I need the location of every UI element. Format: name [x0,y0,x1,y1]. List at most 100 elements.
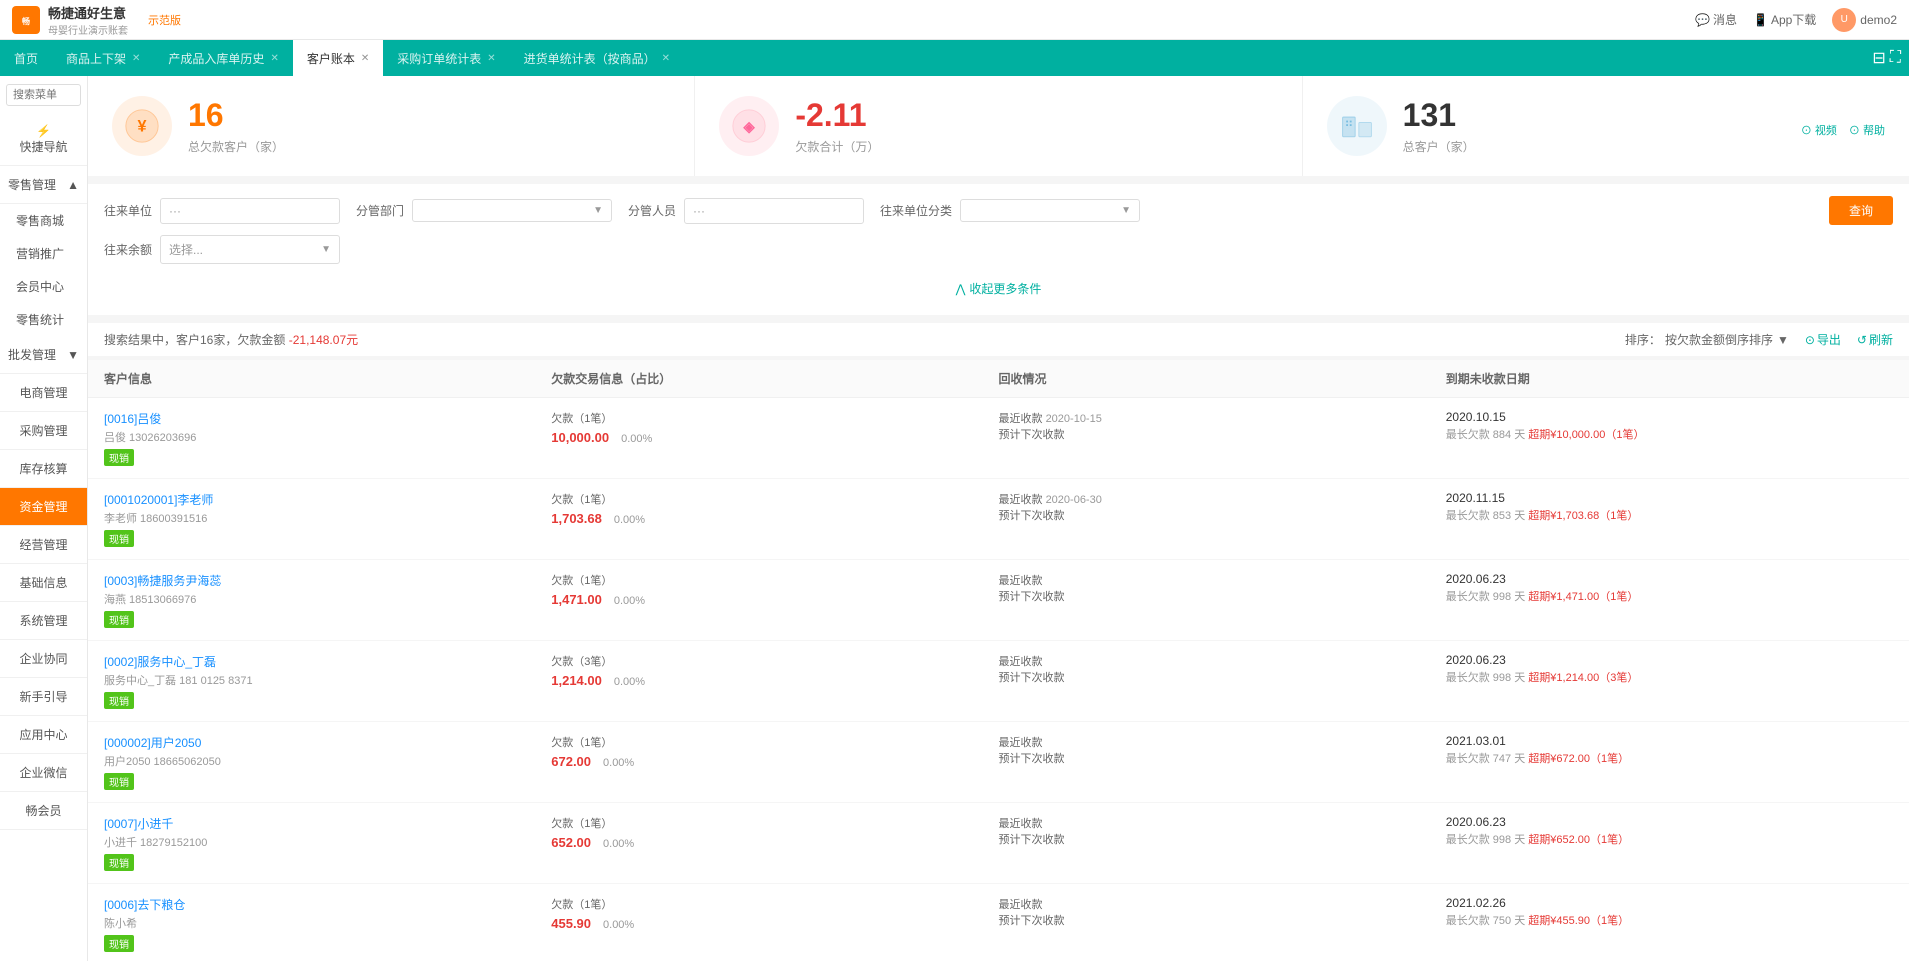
tab-minimize-btn[interactable]: ⊟ [1872,48,1885,68]
sidebar-item-vip-member[interactable]: 畅会员 [0,792,87,830]
from-unit-input[interactable]: ··· [160,198,340,224]
debt-row-0016: 10,000.00 0.00% [551,430,998,445]
debt-amount-0006[interactable]: 455.90 [551,916,591,931]
tab-customer-account[interactable]: 客户账本 ✕ [293,40,383,76]
video-help-link[interactable]: ⊙ 视频 [1801,122,1837,138]
sidebar-item-app-center[interactable]: 应用中心 [0,716,87,754]
overdue-info-0016: 最长欠款 884 天 超期¥10,000.00（1笔） [1446,426,1893,442]
refresh-icon: ↺ [1857,333,1867,347]
debt-count-0007: 欠款（1笔） [551,815,998,831]
stat-value-total-customers: 131 [1403,97,1475,134]
collection-info-0006: 最近收款 [999,896,1446,912]
query-button[interactable]: 查询 [1829,196,1893,225]
export-button[interactable]: ⊙ 导出 [1805,331,1841,348]
customer-name-0007[interactable]: [0007]小进千 [104,815,551,832]
overdue-amount-0003[interactable]: 超期¥1,471.00（1笔） [1528,591,1638,603]
sidebar-item-purchase-mgmt[interactable]: 采购管理 [0,412,87,450]
balance-select[interactable]: 选择... ▼ [160,235,340,264]
customer-name-000002[interactable]: [000002]用户2050 [104,734,551,751]
filter-row-1: 往来单位 ··· 分管部门 ▼ 分管人员 · [104,196,1893,225]
sidebar-item-inventory[interactable]: 库存核算 [0,450,87,488]
manager-input[interactable]: ··· [684,198,864,224]
customer-cell-0006: [0006]去下粮仓 陈小希 现销 [104,896,551,952]
debt-amount-0003[interactable]: 1,471.00 [551,592,602,607]
col-header-debt: 欠款交易信息（占比） [551,370,998,387]
tab-purchase-stats-close[interactable]: ✕ [487,53,495,64]
customer-name-0002[interactable]: [0002]服务中心_丁磊 [104,653,551,670]
app-subtitle: 母婴行业演示账套 [48,22,128,37]
sidebar-search-input[interactable] [6,84,81,106]
sidebar-item-member-center[interactable]: 会员中心 [0,270,87,303]
debt-amount-0001[interactable]: 1,703.68 [551,511,602,526]
tab-expand-btn[interactable]: ⛶ [1890,49,1901,67]
debt-amount-000002[interactable]: 672.00 [551,754,591,769]
tab-production-history-label: 产成品入库单历史 [168,50,264,67]
dept-select[interactable]: ▼ [412,199,612,222]
sidebar-item-retail-stats[interactable]: 零售统计 [0,303,87,336]
user-avatar[interactable]: U demo2 [1832,8,1897,32]
customer-name-0003[interactable]: [0003]畅捷服务尹海蕊 [104,572,551,589]
overdue-info-0001: 最长欠款 853 天 超期¥1,703.68（1笔） [1446,507,1893,523]
due-date-0006: 2021.02.26 [1446,896,1893,910]
tab-purchase-summary-close[interactable]: ✕ [662,53,670,64]
sidebar-item-new-guide[interactable]: 新手引导 [0,678,87,716]
sidebar-item-wholesale-mgmt[interactable]: 批发管理 ▼ [0,336,87,374]
help-link[interactable]: ⊙ 帮助 [1849,122,1885,138]
sidebar: ⚡ 快捷导航 零售管理 ▲ 零售商城 营销推广 会员中心 零售统计 批发管理 ▼… [0,76,88,961]
content-area: ¥ 16 总欠款客户（家） ◈ -2.11 欠款合计（ [88,76,1909,961]
customer-tag-0001: 现销 [104,530,134,547]
collection-info-0016: 最近收款 2020-10-15 [999,410,1446,426]
sort-select[interactable]: 排序： 按欠款金额倒序排序 ▼ [1625,331,1789,348]
tab-home[interactable]: 首页 [0,40,52,76]
tab-product-offline-close[interactable]: ✕ [132,53,140,64]
customer-name-0001[interactable]: [0001020001]李老师 [104,491,551,508]
overdue-amount-0002[interactable]: 超期¥1,214.00（3笔） [1528,672,1638,684]
overdue-amount-0001[interactable]: 超期¥1,703.68（1笔） [1528,510,1638,522]
app-download-btn[interactable]: 📱 App下载 [1753,11,1816,28]
sidebar-item-quick-nav[interactable]: ⚡ 快捷导航 [0,114,87,166]
sidebar-item-retail-mall[interactable]: 零售商城 [0,204,87,237]
debt-amount-0016[interactable]: 10,000.00 [551,430,609,445]
customer-name-0016[interactable]: [0016]吕俊 [104,410,551,427]
tab-product-offline[interactable]: 商品上下架 ✕ [52,40,154,76]
sidebar-item-marketing[interactable]: 营销推广 [0,237,87,270]
sidebar-item-finance-mgmt[interactable]: 资金管理 [0,488,87,526]
next-collection-0016: 预计下次收款 [999,426,1446,442]
overdue-amount-0016[interactable]: 超期¥10,000.00（1笔） [1528,429,1644,441]
overdue-amount-0007[interactable]: 超期¥652.00（1笔） [1528,834,1629,846]
collection-cell-0003: 最近收款 预计下次收款 [999,572,1446,604]
customer-tag-0007: 现销 [104,854,134,871]
tab-purchase-stats[interactable]: 采购订单统计表 ✕ [383,40,509,76]
logo-text-group: 畅捷通好生意 母婴行业演示账套 [48,3,128,37]
filter-item-dept: 分管部门 ▼ [356,199,612,222]
refresh-button[interactable]: ↺ 刷新 [1857,331,1893,348]
sidebar-item-retail-mgmt[interactable]: 零售管理 ▲ [0,166,87,204]
sidebar-item-sys-mgmt[interactable]: 系统管理 [0,602,87,640]
collapse-filter-btn[interactable]: ⋀ 收起更多条件 [104,274,1893,303]
tab-purchase-summary[interactable]: 进货单统计表（按商品） ✕ [510,40,684,76]
tab-production-history-close[interactable]: ✕ [270,53,278,64]
debt-amount-0002[interactable]: 1,214.00 [551,673,602,688]
sidebar-item-biz-mgmt[interactable]: 经营管理 [0,526,87,564]
tab-purchase-summary-label: 进货单统计表（按商品） [524,50,656,67]
collapse-label: 收起更多条件 [969,280,1041,297]
stat-label-debt-customers: 总欠款客户（家） [188,138,284,155]
tab-customer-account-close[interactable]: ✕ [361,53,369,64]
debt-percent-0003: 0.00% [614,595,645,607]
message-btn[interactable]: 💬 消息 [1695,11,1737,28]
debt-amount-0007[interactable]: 652.00 [551,835,591,850]
sidebar-item-basic-info[interactable]: 基础信息 [0,564,87,602]
tab-production-history[interactable]: 产成品入库单历史 ✕ [154,40,292,76]
overdue-amount-000002[interactable]: 超期¥672.00（1笔） [1528,753,1629,765]
col-header-collection: 回收情况 [999,370,1446,387]
balance-label: 往来余额 [104,241,152,258]
stat-card-debt-amount: ◈ -2.11 欠款合计（万） [695,76,1302,176]
sidebar-item-ecommerce-mgmt[interactable]: 电商管理 [0,374,87,412]
customer-name-0006[interactable]: [0006]去下粮仓 [104,896,551,913]
sidebar-item-enterprise-collab[interactable]: 企业协同 [0,640,87,678]
svg-text:◈: ◈ [743,119,756,135]
unit-category-select[interactable]: ▼ [960,199,1140,222]
debt-cell-0006: 欠款（1笔） 455.90 0.00% [551,896,998,931]
sidebar-item-enterprise-wechat[interactable]: 企业微信 [0,754,87,792]
overdue-amount-0006[interactable]: 超期¥455.90（1笔） [1528,915,1629,927]
